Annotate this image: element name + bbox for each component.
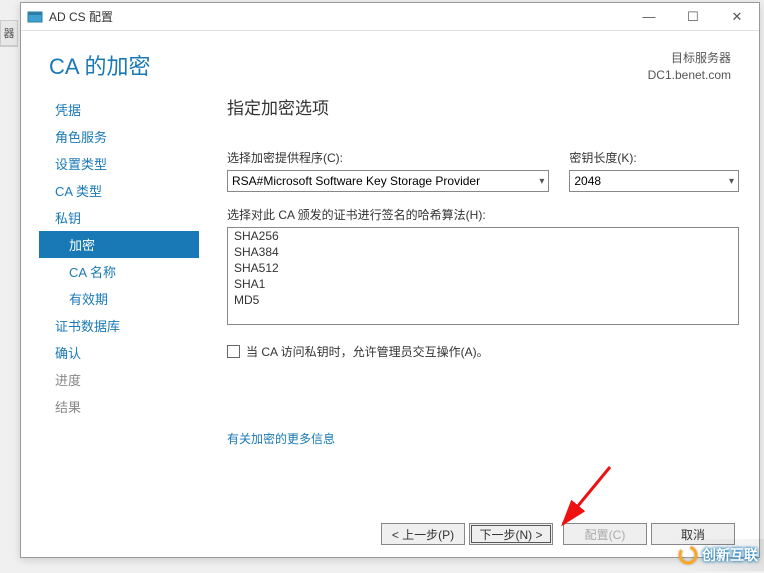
- configure-button: 配置(C): [563, 523, 647, 545]
- header: CA 的加密 目标服务器 DC1.benet.com: [21, 31, 759, 90]
- hash-item-sha256[interactable]: SHA256: [228, 228, 738, 244]
- prev-button[interactable]: < 上一步(P): [381, 523, 465, 545]
- nav-role-services[interactable]: 角色服务: [39, 123, 199, 150]
- nav-progress: 进度: [39, 366, 199, 393]
- hash-item-md5[interactable]: MD5: [228, 292, 738, 308]
- hash-item-sha384[interactable]: SHA384: [228, 244, 738, 260]
- keylen-select[interactable]: 2048 ▾: [569, 170, 739, 192]
- nav-ca-name[interactable]: CA 名称: [39, 258, 199, 285]
- close-button[interactable]: ✕: [715, 3, 759, 31]
- hash-item-sha1[interactable]: SHA1: [228, 276, 738, 292]
- nav-private-key[interactable]: 私钥: [39, 204, 199, 231]
- hash-label: 选择对此 CA 颁发的证书进行签名的哈希算法(H):: [227, 206, 739, 223]
- admin-interact-checkbox[interactable]: [227, 345, 240, 358]
- nav-ca-type[interactable]: CA 类型: [39, 177, 199, 204]
- hash-listbox[interactable]: SHA256 SHA384 SHA512 SHA1 MD5: [227, 227, 739, 325]
- watermark: 创新互联: [672, 539, 764, 571]
- chevron-down-icon: ▾: [539, 176, 544, 187]
- provider-label: 选择加密提供程序(C):: [227, 149, 549, 166]
- more-info-link[interactable]: 有关加密的更多信息: [227, 430, 335, 447]
- keylen-value: 2048: [574, 174, 601, 188]
- chevron-down-icon: ▾: [729, 176, 734, 187]
- app-icon: [27, 9, 43, 25]
- hash-item-sha512[interactable]: SHA512: [228, 260, 738, 276]
- provider-select[interactable]: RSA#Microsoft Software Key Storage Provi…: [227, 170, 549, 192]
- nav-cryptography[interactable]: 加密: [39, 231, 199, 258]
- nav-confirm[interactable]: 确认: [39, 339, 199, 366]
- page-title: CA 的加密: [49, 49, 150, 81]
- nav-setup-type[interactable]: 设置类型: [39, 150, 199, 177]
- maximize-button[interactable]: ☐: [671, 3, 715, 31]
- target-server-value: DC1.benet.com: [648, 68, 731, 82]
- nav-validity[interactable]: 有效期: [39, 285, 199, 312]
- provider-value: RSA#Microsoft Software Key Storage Provi…: [232, 174, 480, 188]
- window-title: AD CS 配置: [49, 8, 627, 25]
- admin-interact-label: 当 CA 访问私钥时，允许管理员交互操作(A)。: [246, 343, 489, 360]
- keylen-label: 密钥长度(K):: [569, 149, 739, 166]
- nav-result: 结果: [39, 393, 199, 420]
- next-button[interactable]: 下一步(N) >: [469, 523, 553, 545]
- titlebar: AD CS 配置 — ☐ ✕: [21, 3, 759, 31]
- side-tab-1: 器: [1, 21, 17, 46]
- target-server-label: 目标服务器: [648, 49, 731, 66]
- minimize-button[interactable]: —: [627, 3, 671, 31]
- nav-credentials[interactable]: 凭据: [39, 96, 199, 123]
- wizard-nav: 凭据 角色服务 设置类型 CA 类型 私钥 加密 CA 名称 有效期 证书数据库…: [39, 90, 199, 458]
- wizard-window: AD CS 配置 — ☐ ✕ CA 的加密 目标服务器 DC1.benet.co…: [20, 2, 760, 558]
- nav-cert-db[interactable]: 证书数据库: [39, 312, 199, 339]
- section-title: 指定加密选项: [227, 94, 739, 119]
